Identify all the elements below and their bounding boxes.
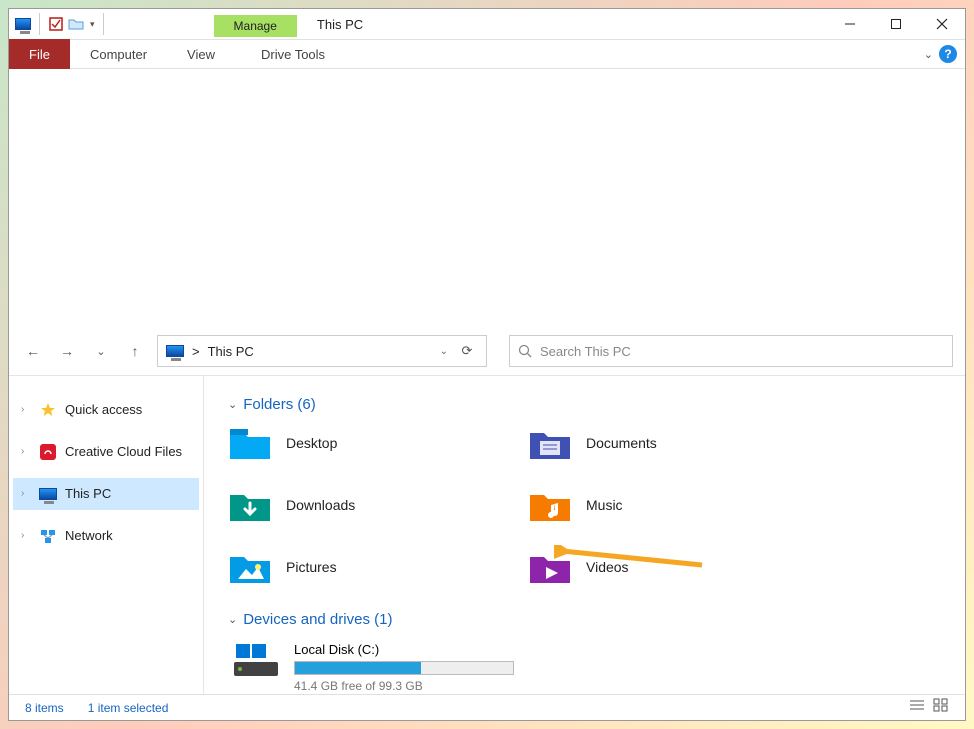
section-title: Folders (6) — [243, 396, 316, 413]
window-title: This PC — [297, 9, 383, 39]
folder-music[interactable]: Music — [528, 485, 828, 525]
pc-icon — [39, 485, 57, 503]
star-icon — [39, 401, 57, 419]
sidebar-item-network[interactable]: › Network — [13, 520, 199, 552]
separator — [103, 13, 104, 35]
search-placeholder: Search This PC — [540, 344, 631, 359]
back-button[interactable]: ← — [21, 339, 45, 363]
folder-qat-icon[interactable] — [68, 16, 84, 32]
qat-dropdown-icon[interactable]: ▾ — [90, 19, 95, 30]
folder-label: Downloads — [286, 497, 355, 513]
folder-label: Desktop — [286, 435, 337, 451]
tab-file[interactable]: File — [9, 39, 70, 69]
tab-drive-tools[interactable]: Drive Tools — [241, 39, 345, 69]
recent-locations-button[interactable]: ⌄ — [89, 339, 113, 363]
sidebar-item-quick-access[interactable]: › Quick access — [13, 394, 199, 426]
separator — [39, 13, 40, 35]
sidebar-item-label: This PC — [65, 486, 111, 501]
status-item-count: 8 items — [25, 701, 64, 715]
drive-local-c[interactable]: Local Disk (C:) 41.4 GB free of 99.3 GB — [228, 638, 941, 695]
manage-context-tab[interactable]: Manage — [214, 15, 297, 37]
refresh-button[interactable]: ⟳ — [456, 343, 478, 359]
breadcrumb-current[interactable]: This PC — [208, 344, 254, 359]
expand-icon[interactable]: › — [21, 404, 31, 415]
expand-icon[interactable]: › — [21, 446, 31, 457]
pictures-icon — [228, 547, 272, 587]
address-bar[interactable]: > This PC ⌄ ⟳ — [157, 335, 487, 367]
sidebar-item-label: Creative Cloud Files — [65, 444, 182, 459]
sidebar-item-label: Quick access — [65, 402, 142, 417]
folder-label: Videos — [586, 559, 629, 575]
forward-button[interactable]: → — [55, 339, 79, 363]
chevron-down-icon: ⌄ — [228, 398, 237, 411]
folder-documents[interactable]: Documents — [528, 423, 828, 463]
search-icon — [518, 344, 532, 358]
up-button[interactable]: ↑ — [123, 339, 147, 363]
expand-icon[interactable]: › — [21, 530, 31, 541]
pc-icon — [15, 16, 31, 32]
properties-qat-icon[interactable] — [48, 16, 64, 32]
chevron-down-icon: ⌄ — [228, 613, 237, 626]
search-input[interactable]: Search This PC — [509, 335, 953, 367]
sidebar-item-creative-cloud[interactable]: › Creative Cloud Files — [13, 436, 199, 468]
section-drives-header[interactable]: ⌄ Devices and drives (1) — [228, 611, 941, 628]
pc-icon — [166, 345, 184, 357]
sidebar-item-this-pc[interactable]: › This PC — [13, 478, 199, 510]
creative-cloud-icon — [39, 443, 57, 461]
drive-label: Local Disk (C:) — [294, 642, 514, 657]
videos-icon — [528, 547, 572, 587]
expand-icon[interactable]: › — [21, 488, 31, 499]
breadcrumb-sep: > — [192, 344, 200, 359]
section-folders-header[interactable]: ⌄ Folders (6) — [228, 396, 941, 413]
maximize-button[interactable] — [873, 9, 919, 39]
folder-icon — [228, 423, 272, 463]
folder-videos[interactable]: Videos — [528, 547, 828, 587]
tab-view[interactable]: View — [167, 39, 235, 69]
drive-icon — [232, 642, 280, 678]
documents-icon — [528, 423, 572, 463]
folder-label: Documents — [586, 435, 657, 451]
folder-label: Music — [586, 497, 623, 513]
tab-computer[interactable]: Computer — [70, 39, 167, 69]
folder-label: Pictures — [286, 559, 337, 575]
music-icon — [528, 485, 572, 525]
ribbon-collapse-icon[interactable]: ⌄ — [924, 48, 933, 61]
address-dropdown-icon[interactable]: ⌄ — [440, 346, 448, 357]
sidebar-item-label: Network — [65, 528, 113, 543]
network-icon — [39, 527, 57, 545]
downloads-icon — [228, 485, 272, 525]
section-title: Devices and drives (1) — [243, 611, 392, 628]
close-button[interactable] — [919, 9, 965, 39]
drive-free-text: 41.4 GB free of 99.3 GB — [294, 679, 514, 693]
details-view-button[interactable] — [909, 698, 925, 717]
capacity-bar — [294, 661, 514, 675]
thumbnails-view-button[interactable] — [933, 698, 949, 717]
minimize-button[interactable] — [827, 9, 873, 39]
folder-desktop[interactable]: Desktop — [228, 423, 528, 463]
folder-pictures[interactable]: Pictures — [228, 547, 528, 587]
help-icon[interactable]: ? — [939, 45, 957, 63]
status-selected: 1 item selected — [88, 701, 169, 715]
folder-downloads[interactable]: Downloads — [228, 485, 528, 525]
